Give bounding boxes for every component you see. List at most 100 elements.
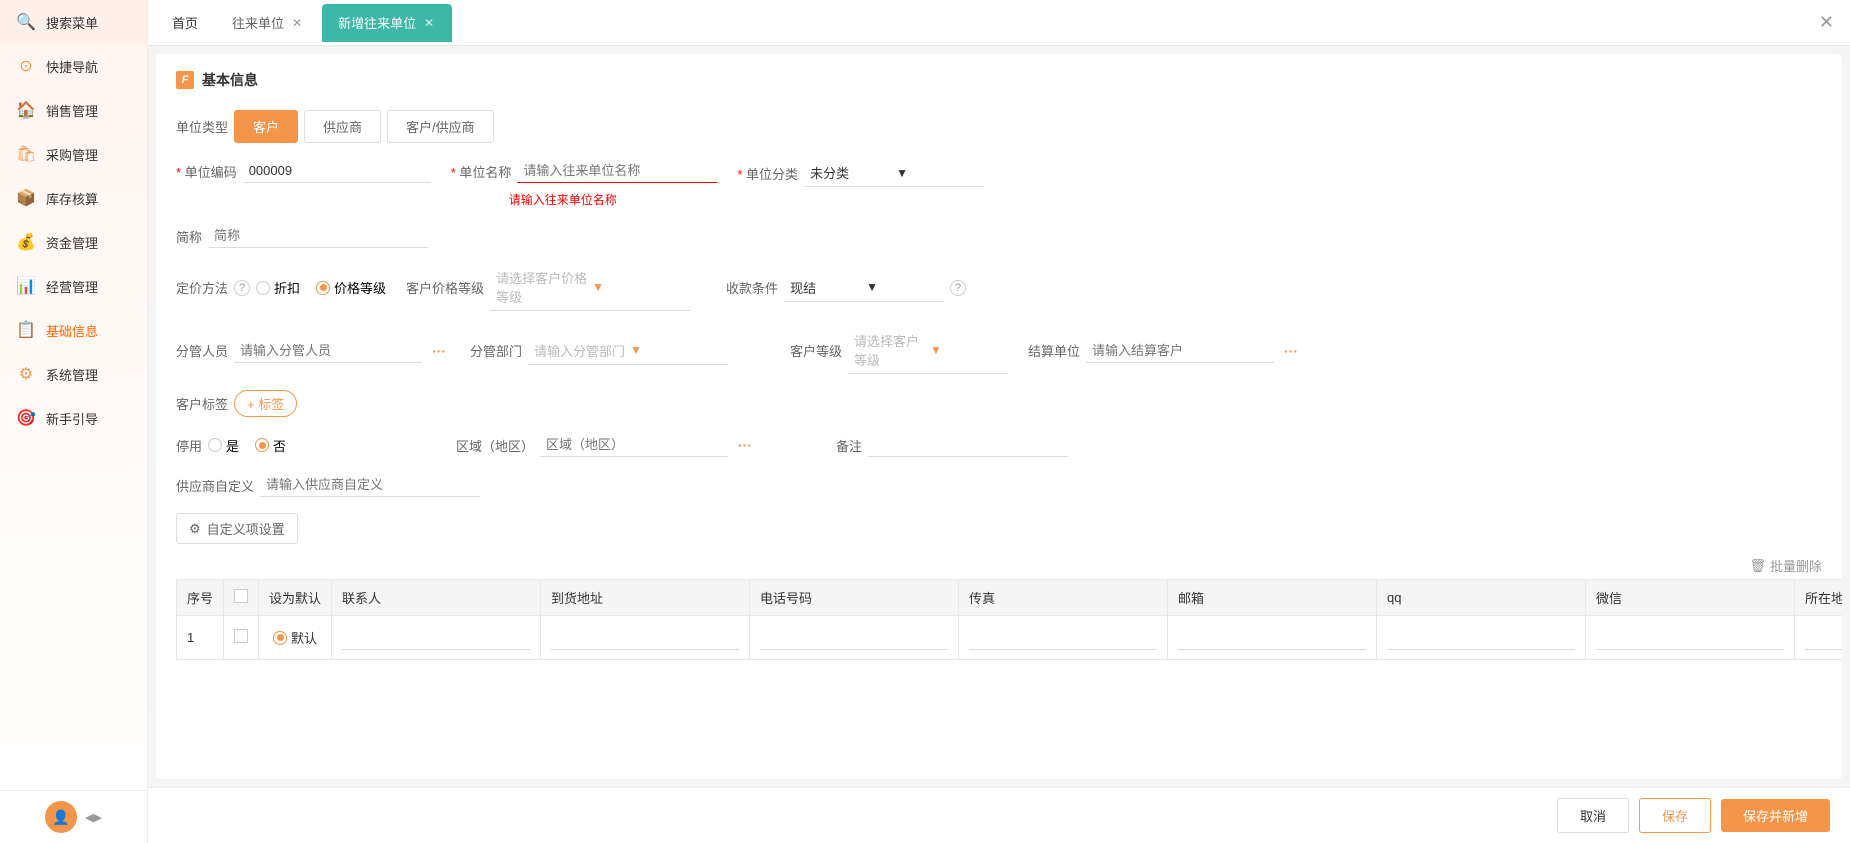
remark-input[interactable] [868, 433, 1068, 457]
sidebar-item-system[interactable]: ⚙ 系统管理 [0, 352, 147, 396]
cell-seq: 1 [177, 616, 224, 660]
purchase-icon: 🛍 [16, 144, 36, 164]
sidebar-item-basic[interactable]: 📋 基础信息 [0, 308, 147, 352]
sidebar-item-inventory[interactable]: 📦 库存核算 [0, 176, 147, 220]
cell-area[interactable] [1795, 616, 1842, 660]
cell-contact[interactable] [332, 616, 541, 660]
unit-type-customer[interactable]: 客户 [234, 110, 298, 143]
customer-price-level-value: 请选择客户价格等级 [496, 268, 588, 306]
pricing-discount-label: 折扣 [274, 278, 300, 297]
field-department: 分管部门 请输入分管部门 ▼ [470, 337, 770, 365]
email-input[interactable] [1178, 626, 1366, 650]
cell-fax[interactable] [959, 616, 1168, 660]
short-name-input[interactable] [208, 224, 428, 248]
field-region: 区域（地区） ··· [456, 433, 756, 457]
window-close-button[interactable]: ✕ [1811, 8, 1842, 37]
row-default-radio[interactable]: 默认 [269, 628, 321, 647]
customer-level-label: 客户等级 [790, 341, 842, 360]
save-button[interactable]: 保存 [1639, 798, 1711, 833]
area-input[interactable] [1805, 626, 1842, 650]
tab-new-partner-close[interactable]: ✕ [422, 14, 436, 32]
batch-delete-button[interactable]: 🗑 批量删除 [1749, 556, 1822, 575]
pricing-radio-group: 折扣 价格等级 [256, 278, 386, 297]
field-unit-name: 单位名称 请输入往来单位名称 [451, 159, 718, 208]
col-contact: 联系人 [332, 580, 541, 616]
select-all-checkbox[interactable] [234, 589, 248, 603]
sidebar-item-label: 新手引导 [46, 409, 98, 428]
settlement-unit-ellipsis[interactable]: ··· [1280, 341, 1302, 361]
col-fax: 传真 [959, 580, 1168, 616]
phone-input[interactable] [760, 626, 948, 650]
add-tag-button[interactable]: + 标签 [234, 390, 297, 417]
search-icon: 🔍 [16, 12, 36, 32]
save-new-button[interactable]: 保存并新增 [1721, 799, 1830, 832]
cancel-button[interactable]: 取消 [1557, 798, 1629, 833]
sidebar-item-operations[interactable]: 📊 经营管理 [0, 264, 147, 308]
row-checkbox[interactable] [234, 629, 248, 643]
disabled-yes[interactable]: 是 [208, 436, 239, 455]
custom-settings-button[interactable]: ⚙ 自定义项设置 [176, 513, 298, 544]
user-avatar[interactable]: 👤 [45, 801, 77, 833]
payment-terms-label: 收款条件 [726, 278, 778, 297]
finance-icon: 💰 [16, 232, 36, 252]
address-input[interactable] [551, 626, 739, 650]
unit-name-error: 请输入往来单位名称 [509, 191, 617, 208]
qq-input[interactable] [1387, 626, 1575, 650]
unit-code-input[interactable] [243, 159, 431, 183]
manager-ellipsis[interactable]: ··· [428, 341, 450, 361]
unit-type-both[interactable]: 客户/供应商 [387, 110, 494, 143]
disabled-yes-label: 是 [226, 436, 239, 455]
unit-category-select[interactable]: 未分类 ▼ [804, 159, 984, 187]
unit-type-supplier[interactable]: 供应商 [304, 110, 381, 143]
sidebar-item-guide[interactable]: 🎯 新手引导 [0, 396, 147, 440]
sidebar-item-sales[interactable]: 🏠 销售管理 [0, 88, 147, 132]
pricing-discount-radio [256, 281, 270, 295]
sidebar-item-finance[interactable]: 💰 资金管理 [0, 220, 147, 264]
cell-wechat[interactable] [1586, 616, 1795, 660]
cell-address[interactable] [541, 616, 750, 660]
disabled-no-label: 否 [273, 436, 286, 455]
unit-name-input[interactable] [517, 159, 717, 183]
manager-label: 分管人员 [176, 341, 228, 360]
pricing-discount[interactable]: 折扣 [256, 278, 300, 297]
customer-level-select[interactable]: 请选择客户等级 ▼ [848, 327, 1008, 374]
disabled-no[interactable]: 否 [255, 436, 286, 455]
supplier-custom-input[interactable] [260, 473, 480, 497]
disabled-no-radio [255, 438, 269, 452]
payment-terms-select[interactable]: 现结 ▼ [784, 274, 944, 302]
section-icon: F [176, 71, 194, 89]
manager-input[interactable] [234, 339, 422, 363]
tab-new-partner[interactable]: 新增往来单位 ✕ [322, 4, 452, 42]
sidebar-item-search[interactable]: 🔍 搜索菜单 [0, 0, 147, 44]
department-chevron: ▼ [630, 343, 722, 357]
settlement-unit-input[interactable] [1086, 339, 1274, 363]
pricing-price-level[interactable]: 价格等级 [316, 278, 386, 297]
cell-qq[interactable] [1377, 616, 1586, 660]
cell-email[interactable] [1168, 616, 1377, 660]
guide-icon: 🎯 [16, 408, 36, 428]
fax-input[interactable] [969, 626, 1157, 650]
region-input[interactable] [540, 433, 728, 457]
batch-delete-icon: 🗑 [1749, 558, 1766, 574]
tab-partners[interactable]: 往来单位 ✕ [216, 4, 320, 42]
sidebar-item-quick-nav[interactable]: ⊙ 快捷导航 [0, 44, 147, 88]
form-row-mgmt: 分管人员 ··· 分管部门 请输入分管部门 ▼ 客户等级 请选择客户等级 ▼ [176, 327, 1822, 374]
customer-price-level-select[interactable]: 请选择客户价格等级 ▼ [490, 264, 690, 311]
sidebar-item-label: 基础信息 [46, 321, 98, 340]
default-radio-circle [273, 631, 287, 645]
region-ellipsis[interactable]: ··· [734, 435, 756, 455]
department-select[interactable]: 请输入分管部门 ▼ [528, 337, 728, 365]
pricing-help-icon[interactable]: ? [234, 280, 250, 296]
contact-input[interactable] [342, 626, 530, 650]
tab-partners-close[interactable]: ✕ [290, 14, 304, 32]
sidebar-item-purchase[interactable]: 🛍 采购管理 [0, 132, 147, 176]
operations-icon: 📊 [16, 276, 36, 296]
tab-home[interactable]: 首页 [156, 4, 214, 42]
sidebar-item-label: 系统管理 [46, 365, 98, 384]
wechat-input[interactable] [1596, 626, 1784, 650]
field-manager: 分管人员 ··· [176, 339, 450, 363]
payment-terms-help-icon[interactable]: ? [950, 280, 966, 296]
cell-phone[interactable] [750, 616, 959, 660]
unit-name-label: 单位名称 [451, 162, 512, 181]
col-default: 设为默认 [259, 580, 332, 616]
